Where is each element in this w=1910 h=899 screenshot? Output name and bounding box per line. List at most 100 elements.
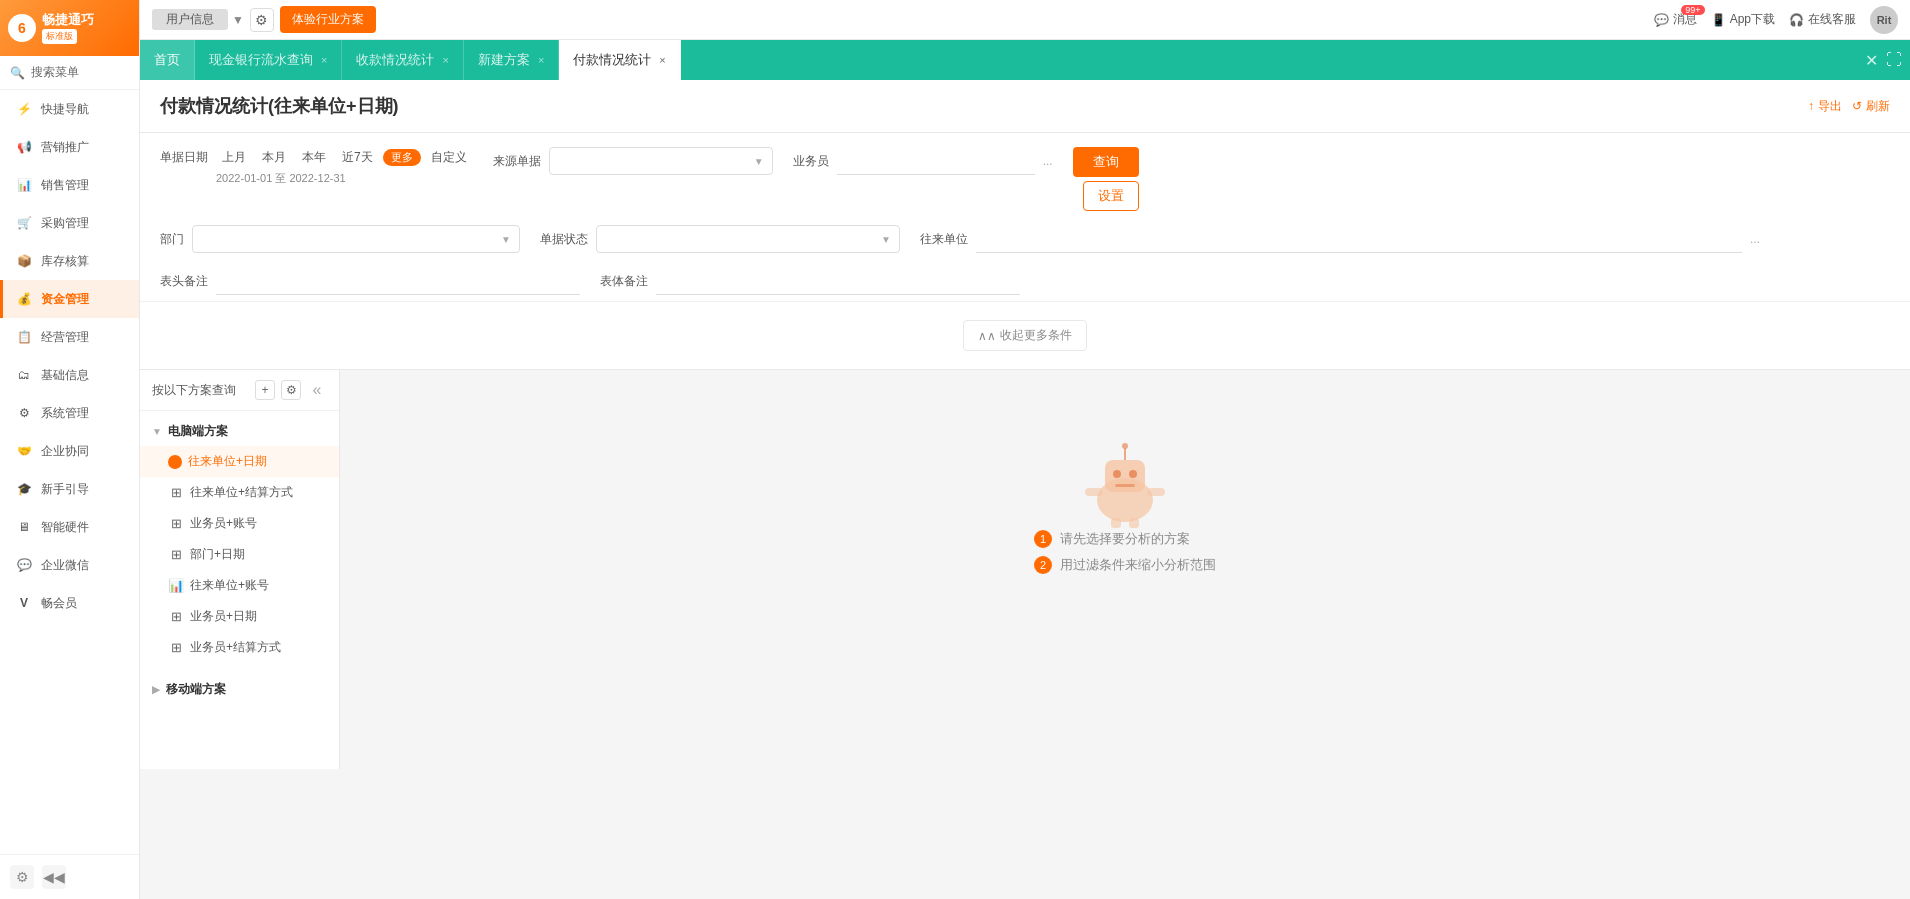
dept-select-arrow: ▼ [501,234,511,245]
source-label: 来源单据 [493,153,541,170]
app-download-btn[interactable]: 📱 App下载 [1711,11,1775,28]
marketing-icon: 📢 [15,138,33,156]
svg-rect-10 [1129,518,1139,528]
scheme-panel-icons: + ⚙ « [255,380,327,400]
collapse-filter-btn[interactable]: ∧∧ 收起更多条件 [963,320,1087,351]
sidebar-item-basic[interactable]: 🗂 基础信息 [0,356,139,394]
scheme-item-5[interactable]: ⊞ 业务员+日期 [140,601,339,632]
tab-new-scheme[interactable]: 新建方案 × [464,40,559,80]
sidebar-item-inventory[interactable]: 📦 库存核算 [0,242,139,280]
add-scheme-btn[interactable]: + [255,380,275,400]
footer-collapse-icon[interactable]: ◀◀ [42,865,66,889]
scheme-collapse-btn[interactable]: « [307,380,327,400]
desktop-group-arrow: ▼ [152,426,162,437]
scheme-settings-btn[interactable]: ⚙ [281,380,301,400]
sidebar-item-shortcut[interactable]: ⚡ 快捷导航 [0,90,139,128]
close-all-tabs-btn[interactable]: ✕ [1865,51,1878,70]
date-option-custom[interactable]: 自定义 [425,147,473,168]
tab-receipt-stat[interactable]: 收款情况统计 × [342,40,463,80]
filter-header-note: 表头备注 [160,267,580,295]
expand-btn[interactable]: ⛶ [1886,51,1902,69]
sidebar-item-wechat[interactable]: 💬 企业微信 [0,546,139,584]
tab-payment-stat[interactable]: 付款情况统计 × [559,40,680,80]
date-option-7days[interactable]: 近7天 [336,147,379,168]
counterparty-label: 往来单位 [920,231,968,248]
profile-dropdown-icon[interactable]: ▼ [232,13,244,27]
scheme-item-2[interactable]: ⊞ 业务员+账号 [140,508,339,539]
hardware-icon: 🖥 [15,518,33,536]
service-btn[interactable]: 🎧 在线客服 [1789,11,1856,28]
mobile-scheme-group-title[interactable]: ▶ 移动端方案 [140,675,339,704]
enterprise-icon: 🤝 [15,442,33,460]
settings-button[interactable]: 设置 [1083,181,1139,211]
date-option-this-month[interactable]: 本月 [256,147,292,168]
scheme-table-icon-1: ⊞ [168,485,184,501]
sidebar-item-sales[interactable]: 📊 销售管理 [0,166,139,204]
sidebar-item-marketing[interactable]: 📢 营销推广 [0,128,139,166]
sidebar-item-system[interactable]: ⚙ 系统管理 [0,394,139,432]
sidebar-item-operation[interactable]: 📋 经营管理 [0,318,139,356]
export-button[interactable]: ↑ 导出 [1808,98,1842,115]
inventory-icon: 📦 [15,252,33,270]
body-note-input[interactable] [656,267,1020,295]
tab-new-scheme-close[interactable]: × [538,54,544,66]
wechat-icon: 💬 [15,556,33,574]
topbar-nav: 用户信息 ▼ ⚙ 体验行业方案 [152,6,1644,33]
trial-button[interactable]: 体验行业方案 [280,6,376,33]
refresh-button[interactable]: ↺ 刷新 [1852,98,1890,115]
tab-home[interactable]: 首页 [140,40,195,80]
query-button[interactable]: 查询 [1073,147,1139,177]
sidebar-item-vip[interactable]: V 畅会员 [0,584,139,622]
scheme-item-6[interactable]: ⊞ 业务员+结算方式 [140,632,339,663]
filter-source: 来源单据 ▼ [493,147,773,175]
topbar-settings-btn[interactable]: ⚙ [250,8,274,32]
desktop-scheme-group-title[interactable]: ▼ 电脑端方案 [140,417,339,446]
scheme-active-icon [168,455,182,469]
sidebar-item-guide[interactable]: 🎓 新手引导 [0,470,139,508]
svg-rect-1 [1105,460,1145,492]
salesperson-more-btn[interactable]: ... [1043,154,1053,168]
sales-icon: 📊 [15,176,33,194]
empty-tips: 1 请先选择要分析的方案 2 用过滤条件来缩小分析范围 [1034,530,1216,582]
mobile-scheme-group: ▶ 移动端方案 [140,669,339,710]
date-label: 单据日期 [160,149,208,166]
counterparty-more-btn[interactable]: ... [1750,232,1760,246]
date-option-last-month[interactable]: 上月 [216,147,252,168]
sidebar-item-enterprise[interactable]: 🤝 企业协同 [0,432,139,470]
scheme-item-3[interactable]: ⊞ 部门+日期 [140,539,339,570]
source-select[interactable]: ▼ [549,147,773,175]
sidebar-item-hardware[interactable]: 🖥 智能硬件 [0,508,139,546]
scheme-item-4[interactable]: 📊 往来单位+账号 [140,570,339,601]
doc-status-select[interactable]: ▼ [596,225,900,253]
service-icon: 🎧 [1789,13,1804,27]
filter-row-1: 单据日期 上月 本月 本年 近7天 更多 自定义 2022-01-0 [160,147,1890,211]
filter-counterparty: 往来单位 ... [920,225,1760,253]
date-option-more[interactable]: 更多 [383,149,421,166]
topbar-profile[interactable]: 用户信息 ▼ [152,9,244,30]
message-btn[interactable]: 💬 消息 99+ [1654,11,1697,28]
dept-select[interactable]: ▼ [192,225,520,253]
footer-settings-icon[interactable]: ⚙ [10,865,34,889]
date-option-this-year[interactable]: 本年 [296,147,332,168]
sidebar-nav: ⚡ 快捷导航 📢 营销推广 📊 销售管理 🛒 采购管理 📦 库存核算 💰 资金管… [0,90,139,854]
sidebar-item-capital[interactable]: 💰 资金管理 [0,280,139,318]
search-menu[interactable]: 🔍 搜索菜单 [0,56,139,90]
content-body: 按以下方案查询 + ⚙ « ▼ 电脑端方案 往来单位+日期 [140,369,1910,769]
sidebar-item-purchase[interactable]: 🛒 采购管理 [0,204,139,242]
doc-status-select-arrow: ▼ [881,234,891,245]
header-note-input[interactable] [216,267,580,295]
tab-receipt-stat-close[interactable]: × [442,54,448,66]
search-icon: 🔍 [10,66,25,80]
tab-cashflow-close[interactable]: × [321,54,327,66]
scheme-item-1[interactable]: ⊞ 往来单位+结算方式 [140,477,339,508]
svg-point-3 [1129,470,1137,478]
salesperson-input[interactable] [837,147,1035,175]
counterparty-input[interactable] [976,225,1742,253]
avatar[interactable]: Rit [1870,6,1898,34]
scheme-item-0[interactable]: 往来单位+日期 [140,446,339,477]
tab-payment-stat-close[interactable]: × [659,54,665,66]
export-icon: ↑ [1808,99,1814,113]
tab-cashflow[interactable]: 现金银行流水查询 × [195,40,342,80]
message-badge: 99+ [1681,5,1704,15]
sidebar-brand: 畅捷通巧 标准版 [42,12,94,45]
